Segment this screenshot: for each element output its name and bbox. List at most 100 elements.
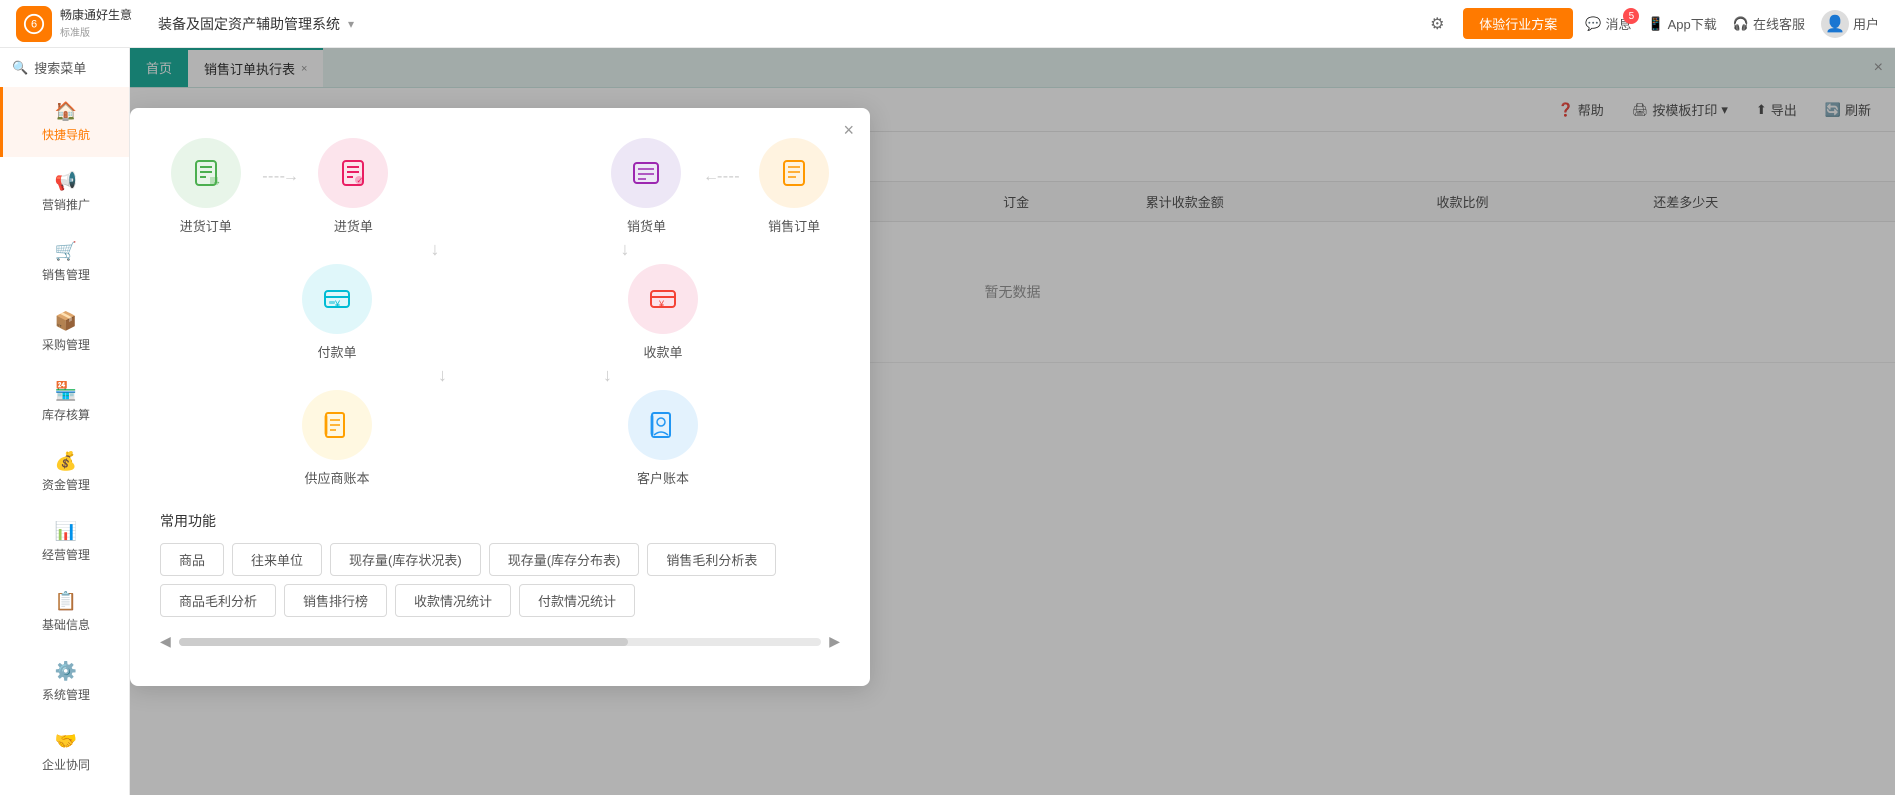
settings-gear-button[interactable]: ⚙ bbox=[1423, 10, 1451, 38]
sidebar-item-operation[interactable]: 📊 经营管理 bbox=[0, 507, 129, 577]
enterprise-icon: 🤝 bbox=[55, 731, 77, 752]
sidebar-item-quick-nav[interactable]: 🏠 快捷导航 bbox=[0, 87, 129, 157]
marketing-icon: 📢 bbox=[55, 171, 77, 192]
purchase-slip-icon: ✓ bbox=[318, 138, 388, 208]
logo-icon: 6 bbox=[16, 6, 52, 42]
search-menu-item[interactable]: 🔍 搜索菜单 bbox=[0, 48, 129, 87]
flow-node-receipt[interactable]: ¥ 收款单 bbox=[628, 264, 698, 361]
sidebar-item-label: 销售管理 bbox=[42, 266, 90, 283]
sidebar-item-purchase[interactable]: 📦 采购管理 bbox=[0, 297, 129, 367]
sales-order-icon bbox=[759, 138, 829, 208]
receipt-icon: ¥ bbox=[628, 264, 698, 334]
app-download-label: App下载 bbox=[1668, 14, 1717, 33]
flow-row-2: ¥ 付款单 ¥ 收款单 bbox=[160, 264, 840, 361]
avatar: 👤 bbox=[1821, 10, 1849, 38]
flow-node-payment[interactable]: ¥ 付款单 bbox=[302, 264, 372, 361]
message-badge: 5 bbox=[1623, 8, 1639, 24]
logo-area: 6 畅康通好生意 标准版 bbox=[16, 6, 146, 42]
down-arrow-payment: ↓ bbox=[438, 365, 447, 386]
system-dropdown-arrow[interactable]: ▾ bbox=[348, 17, 354, 31]
purchase-order-icon: → bbox=[171, 138, 241, 208]
message-icon: 💬 bbox=[1585, 16, 1601, 32]
modal-close-button[interactable]: × bbox=[843, 120, 854, 141]
scroll-left-arrow[interactable]: ◀ bbox=[160, 633, 171, 650]
down-arrow-sales: ↓ bbox=[621, 239, 630, 260]
customer-book-label: 客户账本 bbox=[637, 468, 689, 487]
system-icon: ⚙️ bbox=[55, 661, 77, 682]
flow-node-supplier-book[interactable]: 供应商账本 bbox=[302, 390, 372, 487]
svg-text:¥: ¥ bbox=[658, 299, 665, 309]
supplier-book-icon bbox=[302, 390, 372, 460]
flow-node-sales-order[interactable]: 销售订单 bbox=[759, 138, 829, 235]
func-btn-partner[interactable]: 往来单位 bbox=[232, 543, 322, 576]
flow-diagram: → 进货订单 - - - -→ bbox=[160, 138, 840, 503]
arrows-row-3: ↓ ↓ bbox=[160, 365, 840, 386]
app-download-button[interactable]: 📱 App下载 bbox=[1647, 14, 1716, 33]
down-arrow-purchase: ↓ bbox=[431, 239, 440, 260]
sidebar-item-system[interactable]: ⚙️ 系统管理 bbox=[0, 647, 129, 717]
sidebar-item-basic-info[interactable]: 📋 基础信息 bbox=[0, 577, 129, 647]
search-menu-label: 搜索菜单 bbox=[34, 58, 86, 77]
sidebar: 🔍 搜索菜单 🏠 快捷导航 📢 营销推广 🛒 销售管理 📦 采购管理 🏪 bbox=[0, 48, 130, 795]
sidebar-item-guide[interactable]: 🎯 新手引导 bbox=[0, 787, 129, 795]
user-area[interactable]: 👤 用户 bbox=[1821, 10, 1879, 38]
flow-node-purchase-order[interactable]: → 进货订单 bbox=[171, 138, 241, 235]
download-icon: 📱 bbox=[1647, 16, 1663, 32]
svg-text:→: → bbox=[212, 176, 221, 186]
common-functions-grid: 商品 往来单位 现存量(库存状况表) 现存量(库存分布表) 销售毛利分析表 商品… bbox=[160, 543, 840, 617]
system-title-area: 装备及固定资产辅助管理系统 ▾ bbox=[158, 14, 1411, 34]
func-btn-product[interactable]: 商品 bbox=[160, 543, 224, 576]
logo-sub: 标准版 bbox=[60, 24, 132, 39]
scroll-indicator: ◀ ▶ bbox=[160, 627, 840, 656]
svg-text:✓: ✓ bbox=[357, 176, 364, 185]
common-functions-section: 常用功能 商品 往来单位 现存量(库存状况表) 现存量(库存分布表) 销售毛利分… bbox=[160, 511, 840, 617]
logo-text: 畅康通好生意 bbox=[60, 8, 132, 24]
message-button[interactable]: 💬 消息 5 bbox=[1585, 14, 1631, 33]
func-btn-product-profit[interactable]: 商品毛利分析 bbox=[160, 584, 276, 617]
func-btn-stock-status[interactable]: 现存量(库存状况表) bbox=[330, 543, 481, 576]
payment-label: 付款单 bbox=[317, 342, 356, 361]
sidebar-item-enterprise[interactable]: 🤝 企业协同 bbox=[0, 717, 129, 787]
sales-icon: 🛒 bbox=[55, 241, 77, 262]
func-btn-payment-stats[interactable]: 付款情况统计 bbox=[519, 584, 635, 617]
online-service-button[interactable]: 🎧 在线客服 bbox=[1733, 14, 1805, 33]
sidebar-item-label: 快捷导航 bbox=[42, 126, 90, 143]
flow-node-purchase-slip[interactable]: ✓ 进货单 bbox=[318, 138, 388, 235]
content-area: 首页 销售订单执行表 × × ❓ 帮助 🖨 按模板打印 ▾ bbox=[130, 48, 1895, 795]
supplier-book-label: 供应商账本 bbox=[304, 468, 369, 487]
sidebar-item-sales[interactable]: 🛒 销售管理 bbox=[0, 227, 129, 297]
purchase-slip-label: 进货单 bbox=[334, 216, 373, 235]
sidebar-item-marketing[interactable]: 📢 营销推广 bbox=[0, 157, 129, 227]
modal-overlay[interactable]: × → 进货订单 bbox=[130, 48, 1895, 795]
sidebar-item-label: 基础信息 bbox=[42, 616, 90, 633]
home-icon: 🏠 bbox=[55, 101, 77, 122]
sidebar-item-label: 资金管理 bbox=[42, 476, 90, 493]
flow-node-sales-slip[interactable]: 销货单 bbox=[611, 138, 681, 235]
common-functions-title: 常用功能 bbox=[160, 511, 840, 531]
flow-modal: × → 进货订单 bbox=[130, 108, 870, 686]
sales-slip-label: 销货单 bbox=[627, 216, 666, 235]
sidebar-item-inventory[interactable]: 🏪 库存核算 bbox=[0, 367, 129, 437]
func-btn-receipt-stats[interactable]: 收款情况统计 bbox=[395, 584, 511, 617]
func-btn-sales-rank[interactable]: 销售排行榜 bbox=[284, 584, 387, 617]
inventory-icon: 🏪 bbox=[55, 381, 77, 402]
sidebar-item-finance[interactable]: 💰 资金管理 bbox=[0, 437, 129, 507]
func-btn-sales-profit[interactable]: 销售毛利分析表 bbox=[647, 543, 776, 576]
receipt-label: 收款单 bbox=[643, 342, 682, 361]
scroll-bar[interactable] bbox=[179, 638, 821, 646]
sidebar-item-label: 系统管理 bbox=[42, 686, 90, 703]
operation-icon: 📊 bbox=[55, 521, 77, 542]
trial-button[interactable]: 体验行业方案 bbox=[1463, 8, 1573, 39]
scroll-right-arrow[interactable]: ▶ bbox=[829, 633, 840, 650]
flow-node-customer-book[interactable]: 客户账本 bbox=[628, 390, 698, 487]
svg-text:¥: ¥ bbox=[334, 299, 341, 309]
arrow-2: ←- - - - bbox=[703, 168, 738, 186]
func-btn-stock-dist[interactable]: 现存量(库存分布表) bbox=[489, 543, 640, 576]
payment-icon: ¥ bbox=[302, 264, 372, 334]
sidebar-item-label: 经营管理 bbox=[42, 546, 90, 563]
sidebar-item-label: 营销推广 bbox=[42, 196, 90, 213]
top-right-area: 💬 消息 5 📱 App下载 🎧 在线客服 👤 用户 bbox=[1585, 10, 1879, 38]
sales-order-label: 销售订单 bbox=[768, 216, 820, 235]
purchase-order-label: 进货订单 bbox=[180, 216, 232, 235]
finance-icon: 💰 bbox=[55, 451, 77, 472]
